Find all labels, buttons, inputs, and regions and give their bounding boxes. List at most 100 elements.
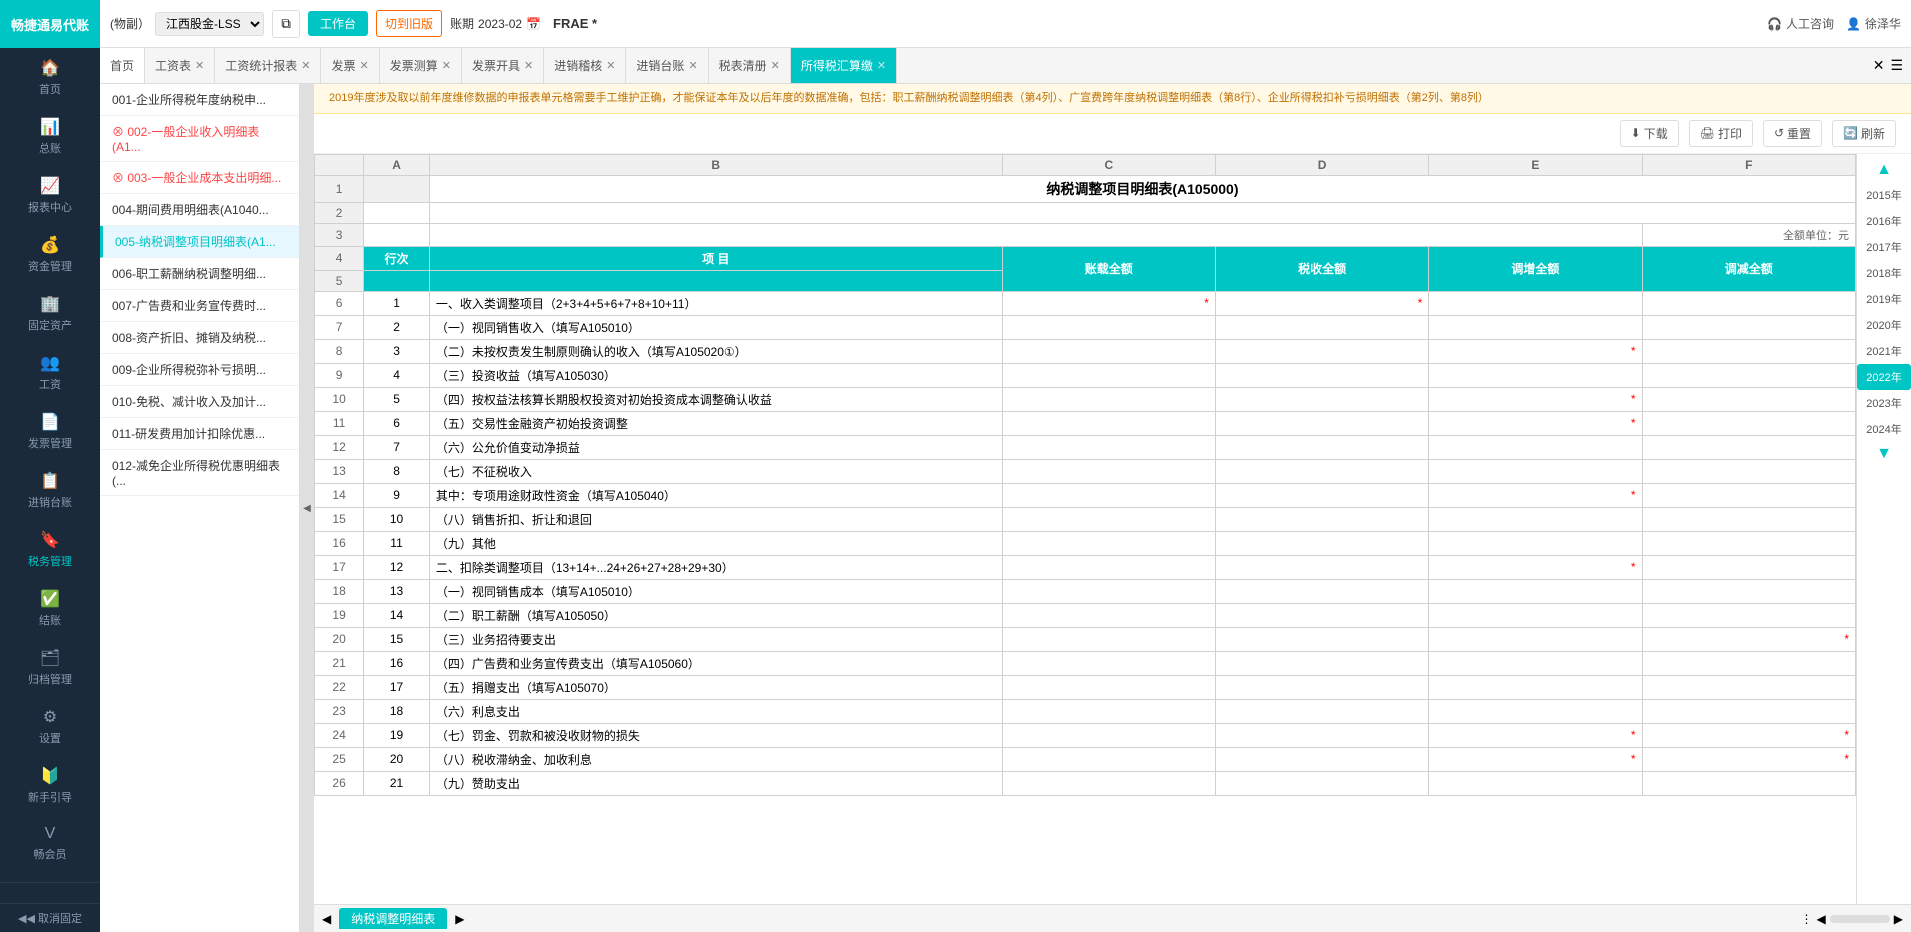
year-item-2020[interactable]: 2020年 [1857,312,1911,338]
tab-payroll[interactable]: 工资表✕ [145,48,215,84]
row-f[interactable] [1642,387,1855,411]
year-down-button[interactable]: ▼ [1873,442,1895,466]
row-f[interactable] [1642,555,1855,579]
row-f[interactable] [1642,603,1855,627]
row-d[interactable]: * [1215,291,1428,315]
sidebar-item-fixed-asset[interactable]: 🏢固定资产 [0,284,100,343]
sidebar-item-ledger[interactable]: 📊总账 [0,107,100,166]
row-d[interactable] [1215,627,1428,651]
row-c[interactable] [1002,411,1215,435]
row-e[interactable]: * [1429,747,1642,771]
row-c[interactable] [1002,771,1215,795]
sidebar-item-asset-mgmt[interactable]: 💰资金管理 [0,225,100,284]
left-panel-item-011[interactable]: 011-研发费用加计扣除优惠... [100,418,299,450]
row-e[interactable] [1429,363,1642,387]
left-panel-item-006[interactable]: 006-职工薪酬纳税调整明细... [100,258,299,290]
row-c[interactable] [1002,675,1215,699]
close-all-icon[interactable]: ✕ [1873,57,1885,74]
next-sheet-button[interactable]: ▶ [455,912,464,926]
old-version-button[interactable]: 切到旧版 [376,10,442,37]
sidebar-item-payroll[interactable]: 👥工资 [0,343,100,402]
left-panel-item-002[interactable]: ⊗ 002-一般企业收入明细表(A1... [100,116,299,162]
tab-close-invoice-open[interactable]: ✕ [524,59,533,72]
row-c[interactable] [1002,723,1215,747]
row-e[interactable] [1429,435,1642,459]
row-e[interactable]: * [1429,339,1642,363]
left-panel-item-012[interactable]: 012-减免企业所得税优惠明细表(... [100,450,299,496]
reset-button[interactable]: ↺ 重置 [1763,120,1822,147]
row-f[interactable] [1642,699,1855,723]
tab-close-purchase-check[interactable]: ✕ [606,59,615,72]
row-e[interactable]: * [1429,483,1642,507]
row-f[interactable] [1642,771,1855,795]
sidebar-item-vip[interactable]: V畅会员 [0,815,100,872]
row-c[interactable] [1002,507,1215,531]
left-panel-item-007[interactable]: 007-广告费和业务宣传费时... [100,290,299,322]
tab-tax-clear[interactable]: 税表清册✕ [709,48,791,84]
sidebar-item-report[interactable]: 📈报表中心 [0,166,100,225]
row-f[interactable] [1642,435,1855,459]
year-item-2024[interactable]: 2024年 [1857,416,1911,442]
sidebar-item-home[interactable]: 🏠首页 [0,48,100,107]
row-c[interactable] [1002,387,1215,411]
tab-close-purchase-ledger[interactable]: ✕ [688,59,697,72]
row-c[interactable] [1002,579,1215,603]
row-d[interactable] [1215,387,1428,411]
row-e[interactable]: * [1429,723,1642,747]
sidebar-item-archive[interactable]: 🗂归档管理 [0,638,100,697]
row-c[interactable]: * [1002,291,1215,315]
tab-close-invoice-calc[interactable]: ✕ [442,59,451,72]
left-panel-item-003[interactable]: ⊗ 003-一般企业成本支出明细... [100,162,299,194]
sidebar-item-settings[interactable]: ⚙设置 [0,697,100,756]
left-panel-item-010[interactable]: 010-免税、减计收入及加计... [100,386,299,418]
row-d[interactable] [1215,339,1428,363]
row-d[interactable] [1215,747,1428,771]
print-button[interactable]: 🖨 打印 [1689,120,1753,147]
row-c[interactable] [1002,651,1215,675]
row-e[interactable]: * [1429,387,1642,411]
sheet-tab[interactable]: 纳税调整明细表 [339,908,447,929]
row-d[interactable] [1215,723,1428,747]
tab-close-invoice[interactable]: ✕ [360,59,369,72]
row-f[interactable] [1642,363,1855,387]
year-item-2023[interactable]: 2023年 [1857,390,1911,416]
left-panel-item-008[interactable]: 008-资产折旧、摊销及纳税... [100,322,299,354]
row-c[interactable] [1002,699,1215,723]
prev-sheet-button[interactable]: ◀ [322,912,331,926]
left-panel-item-004[interactable]: 004-期间费用明细表(A1040... [100,194,299,226]
tab-payroll-stats[interactable]: 工资统计报表✕ [215,48,321,84]
row-e[interactable] [1429,651,1642,675]
row-d[interactable] [1215,507,1428,531]
row-e[interactable]: * [1429,555,1642,579]
menu-icon[interactable]: ☰ [1890,57,1903,74]
row-d[interactable] [1215,315,1428,339]
spreadsheet-container[interactable]: A B C D E F 1 纳税调整项目明细表(A105000) 2 3 全额单… [314,154,1856,905]
year-item-2017[interactable]: 2017年 [1857,234,1911,260]
row-e[interactable] [1429,291,1642,315]
left-panel-item-001[interactable]: 001-企业所得税年度纳税申... [100,84,299,116]
row-f[interactable]: * [1642,627,1855,651]
row-c[interactable] [1002,459,1215,483]
row-d[interactable] [1215,459,1428,483]
row-f[interactable]: * [1642,723,1855,747]
row-f[interactable] [1642,315,1855,339]
row-c[interactable] [1002,555,1215,579]
row-c[interactable] [1002,531,1215,555]
row-c[interactable] [1002,627,1215,651]
row-c[interactable] [1002,435,1215,459]
left-panel-item-009[interactable]: 009-企业所得税弥补亏损明... [100,354,299,386]
year-item-2022[interactable]: 2022年 [1857,364,1911,390]
tab-close-tax-clear[interactable]: ✕ [771,59,780,72]
company-select[interactable]: 江西股金-LSS [155,12,264,36]
calendar-icon[interactable]: 📅 [526,17,541,31]
row-d[interactable] [1215,579,1428,603]
row-e[interactable] [1429,531,1642,555]
tab-purchase-ledger[interactable]: 进销台账✕ [626,48,708,84]
row-d[interactable] [1215,411,1428,435]
left-panel-item-005[interactable]: 005-纳税调整项目明细表(A1... [100,226,299,258]
row-f[interactable] [1642,339,1855,363]
year-item-2018[interactable]: 2018年 [1857,260,1911,286]
copy-button[interactable]: ⧉ [272,10,300,38]
tab-invoice-calc[interactable]: 发票测算✕ [380,48,462,84]
sidebar-item-invoice-mgmt[interactable]: 📄发票管理 [0,402,100,461]
